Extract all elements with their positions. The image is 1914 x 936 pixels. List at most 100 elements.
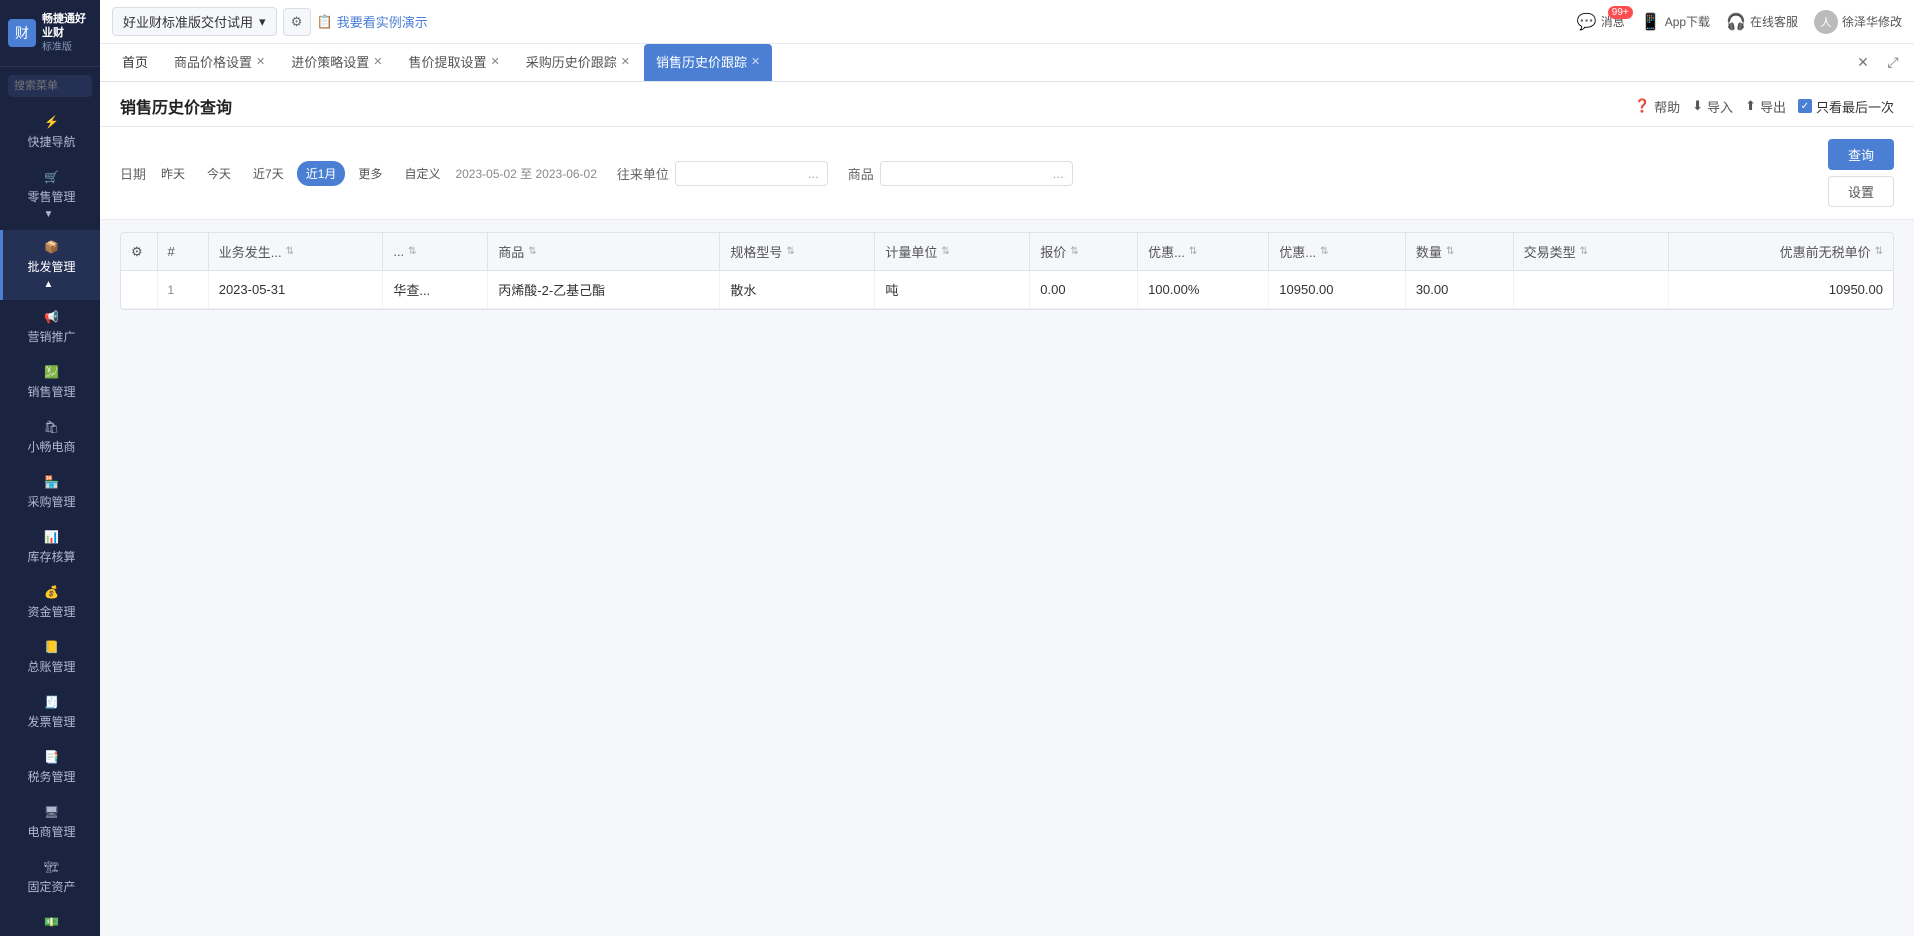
table-header-date[interactable]: 业务发生... ⇅ [208, 233, 383, 271]
sidebar-item-lingshiguanli[interactable]: 🛒 零售管理 ▼ [0, 160, 100, 230]
demo-button[interactable]: 📋 我要看实例演示 [317, 12, 428, 31]
sidebar-item-kuaijiedaohang[interactable]: ⚡ 快捷导航 [0, 105, 100, 160]
date-btn-7days[interactable]: 近7天 [244, 161, 293, 186]
table-header-trade-type[interactable]: 交易类型 ⇅ [1513, 233, 1668, 271]
tab-label: 进价策略设置 [291, 52, 369, 71]
date-btn-more[interactable]: 更多 [349, 161, 391, 186]
table-header-gear[interactable]: ⚙ [121, 233, 157, 271]
content-area: 销售历史价查询 ❓ 帮助 ⬇ 导入 ⬆ 导出 ✓ 只看最后一次 [100, 82, 1914, 936]
sidebar-item-yingxiaotuiguang[interactable]: 📢 营销推广 [0, 300, 100, 355]
table-cell-discount2: 10950.00 [1269, 271, 1406, 309]
close-icon[interactable]: ✕ [621, 55, 630, 68]
table-header-price[interactable]: 报价 ⇅ [1030, 233, 1138, 271]
tab-product-price[interactable]: 商品价格设置 ✕ [162, 44, 277, 82]
tab-purchase-strategy[interactable]: 进价策略设置 ✕ [279, 44, 394, 82]
sidebar-item-xiaochangdianshang[interactable]: 🛍 小畅电商 [0, 410, 100, 465]
sort-icon: ⇅ [1446, 246, 1454, 257]
product-more-button[interactable]: ... [1053, 166, 1064, 181]
close-icon[interactable]: ✕ [256, 55, 265, 68]
export-icon: ⬆ [1745, 98, 1756, 114]
table-cell-no: 1 [157, 271, 208, 309]
page-title: 销售历史价查询 [120, 94, 232, 118]
date-btn-custom[interactable]: 自定义 [395, 161, 449, 186]
table-row[interactable]: 1 2023-05-31 华查... 丙烯酸-2-乙基己酯 散水 吨 0.00 … [121, 271, 1893, 309]
sidebar-item-label: 销售管理 [27, 383, 75, 400]
source-unit-more-button[interactable]: ... [808, 166, 819, 181]
search-input[interactable] [8, 75, 92, 97]
sidebar-item-dianshangguanli[interactable]: 🖥 电商管理 [0, 795, 100, 850]
import-button[interactable]: ⬇ 导入 [1692, 97, 1733, 116]
table-header-row: ⚙ # 业务发生... ⇅ ... [121, 233, 1893, 271]
sidebar-item-label: 发票管理 [27, 713, 75, 730]
table-header-spec[interactable]: 规格型号 ⇅ [720, 233, 875, 271]
sidebar-item-kucunhesuan[interactable]: 📊 库存核算 [0, 520, 100, 575]
sidebar-item-xiaoshouguanli[interactable]: 💹 销售管理 [0, 355, 100, 410]
sidebar-item-gudingzichan[interactable]: 🏗 固定资产 [0, 850, 100, 905]
module-selector[interactable]: 好业财标准版交付试用 ▾ [112, 7, 277, 36]
app-download-icon: 📱 [1641, 12, 1661, 32]
sidebar: 财 畅捷通好业财 标准版 ⚡ 快捷导航 🛒 零售管理 ▼ 📦 批发管理 ▲ 📢 … [0, 0, 100, 936]
close-icon[interactable]: ✕ [491, 55, 500, 68]
settings-button[interactable]: 设置 [1828, 176, 1894, 207]
sidebar-item-pifaguanli[interactable]: 📦 批发管理 ▲ [0, 230, 100, 300]
export-label: 导出 [1760, 97, 1786, 116]
sidebar-item-zongzhangguanli[interactable]: 📒 总账管理 [0, 630, 100, 685]
help-button[interactable]: ❓ 帮助 [1634, 97, 1680, 116]
topbar-left: 好业财标准版交付试用 ▾ ⚙ 📋 我要看实例演示 [112, 7, 428, 36]
table-header-discount1[interactable]: 优惠... ⇅ [1138, 233, 1269, 271]
table-header-more[interactable]: ... ⇅ [383, 233, 488, 271]
sidebar-item-zijinguanli[interactable]: 💰 资金管理 [0, 575, 100, 630]
tab-label: 首页 [122, 52, 148, 71]
source-unit-input[interactable] [684, 166, 804, 181]
tab-label: 销售历史价跟踪 [656, 52, 747, 71]
sort-icon: ⇅ [1070, 246, 1078, 257]
date-btn-1month[interactable]: 近1月 [297, 161, 346, 186]
close-icon[interactable]: ✕ [751, 55, 760, 68]
nav-icon: 📑 [44, 750, 59, 764]
sidebar-item-label: 营销推广 [27, 328, 75, 345]
tab-purchase-history[interactable]: 采购历史价跟踪 ✕ [514, 44, 642, 82]
export-button[interactable]: ⬆ 导出 [1745, 97, 1786, 116]
module-settings-button[interactable]: ⚙ [283, 8, 311, 36]
app-download-button[interactable]: 📱 App下载 [1641, 12, 1710, 32]
import-label: 导入 [1707, 97, 1733, 116]
nav-icon: 📦 [44, 240, 59, 254]
tab-home[interactable]: 首页 [110, 44, 160, 82]
query-button[interactable]: 查询 [1828, 139, 1894, 170]
maximize-window-button[interactable]: ⤢ [1882, 52, 1904, 74]
table-header-qty[interactable]: 数量 ⇅ [1405, 233, 1513, 271]
close-window-button[interactable]: ✕ [1852, 52, 1874, 74]
sort-icon: ⇅ [1320, 246, 1328, 257]
sidebar-item-label: 采购管理 [27, 493, 75, 510]
user-profile-button[interactable]: 人 徐泽华修改 [1814, 10, 1902, 34]
table-header-unit[interactable]: 计量单位 ⇅ [875, 233, 1030, 271]
table-header-discount2[interactable]: 优惠... ⇅ [1269, 233, 1406, 271]
date-btn-today[interactable]: 今天 [198, 161, 240, 186]
table-header-product[interactable]: 商品 ⇅ [488, 233, 720, 271]
nav-icon: 💵 [44, 915, 59, 929]
close-icon[interactable]: ✕ [373, 55, 382, 68]
product-input[interactable] [889, 166, 1049, 181]
tab-sale-price-extract[interactable]: 售价提取设置 ✕ [396, 44, 511, 82]
module-name: 好业财标准版交付试用 [123, 12, 253, 31]
sidebar-search-item[interactable] [0, 67, 100, 105]
online-service-button[interactable]: 🎧 在线客服 [1726, 12, 1798, 32]
messages-button[interactable]: 💬 99+ 消息 [1577, 12, 1625, 32]
source-unit-filter-group: 往来单位 ... [617, 161, 828, 186]
sidebar-item-fapiaoguanli[interactable]: 🧾 发票管理 [0, 685, 100, 740]
table-header-pretax[interactable]: 优惠前无税单价 ⇅ [1668, 233, 1893, 271]
date-btn-yesterday[interactable]: 昨天 [152, 161, 194, 186]
tabs-bar: 首页 商品价格设置 ✕ 进价策略设置 ✕ 售价提取设置 ✕ 采购历史价跟踪 ✕ … [100, 44, 1914, 82]
sidebar-item-label: 总账管理 [27, 658, 75, 675]
nav-icon: 🧾 [44, 695, 59, 709]
nav-icon: 📒 [44, 640, 59, 654]
sidebar-item-gongzi[interactable]: 💵 工资 [0, 905, 100, 936]
sidebar-item-label: 零售管理 [27, 188, 75, 205]
tab-sales-history[interactable]: 销售历史价跟踪 ✕ [644, 44, 772, 82]
sidebar-item-shuiwuguanli[interactable]: 📑 税务管理 [0, 740, 100, 795]
sidebar-item-caigouguanli[interactable]: 🏪 采购管理 [0, 465, 100, 520]
sort-icon: ⇅ [408, 246, 416, 257]
only-last-checkbox[interactable]: ✓ 只看最后一次 [1798, 97, 1894, 116]
nav-icon: 💹 [44, 365, 59, 379]
chevron-down-icon: ▾ [259, 14, 266, 30]
